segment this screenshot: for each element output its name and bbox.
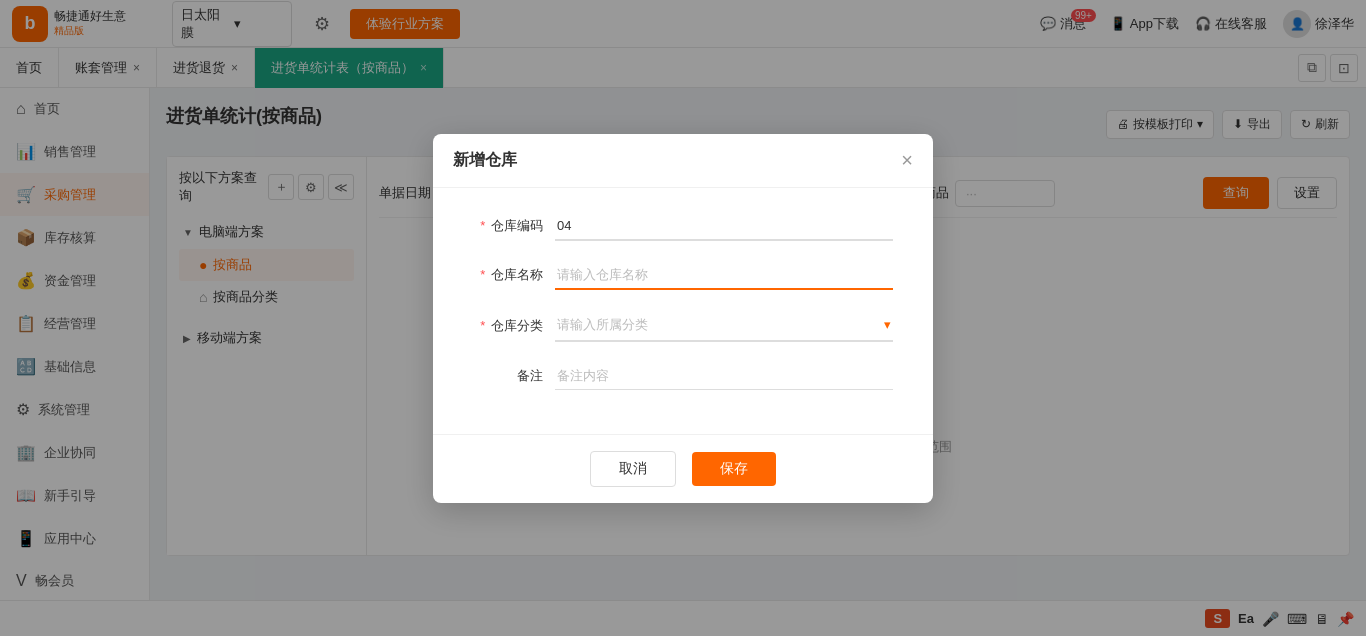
name-input[interactable] (555, 261, 893, 290)
modal-footer: 取消 保存 (433, 434, 933, 503)
code-input[interactable] (555, 212, 893, 241)
name-label: * 仓库名称 (473, 266, 543, 284)
category-field-row: * 仓库分类 请输入所属分类 ▾ (473, 310, 893, 342)
note-input[interactable] (555, 362, 893, 390)
category-label: * 仓库分类 (473, 317, 543, 335)
name-field-row: * 仓库名称 (473, 261, 893, 290)
modal-title: 新增仓库 (453, 150, 517, 171)
note-label: 备注 (473, 367, 543, 385)
category-select[interactable]: 请输入所属分类 ▾ (555, 310, 893, 342)
save-button[interactable]: 保存 (692, 452, 776, 486)
category-chevron-icon: ▾ (884, 317, 891, 332)
code-label: * 仓库编码 (473, 217, 543, 235)
note-field-row: 备注 (473, 362, 893, 390)
new-warehouse-modal: 新增仓库 × * 仓库编码 * 仓库名称 (433, 134, 933, 503)
code-field-row: * 仓库编码 (473, 212, 893, 241)
cancel-button[interactable]: 取消 (590, 451, 676, 487)
modal-close-button[interactable]: × (901, 150, 913, 170)
modal-overlay[interactable]: 新增仓库 × * 仓库编码 * 仓库名称 (0, 0, 1366, 636)
modal-body: * 仓库编码 * 仓库名称 * 仓库分类 请输入 (433, 188, 933, 434)
modal-header: 新增仓库 × (433, 134, 933, 188)
